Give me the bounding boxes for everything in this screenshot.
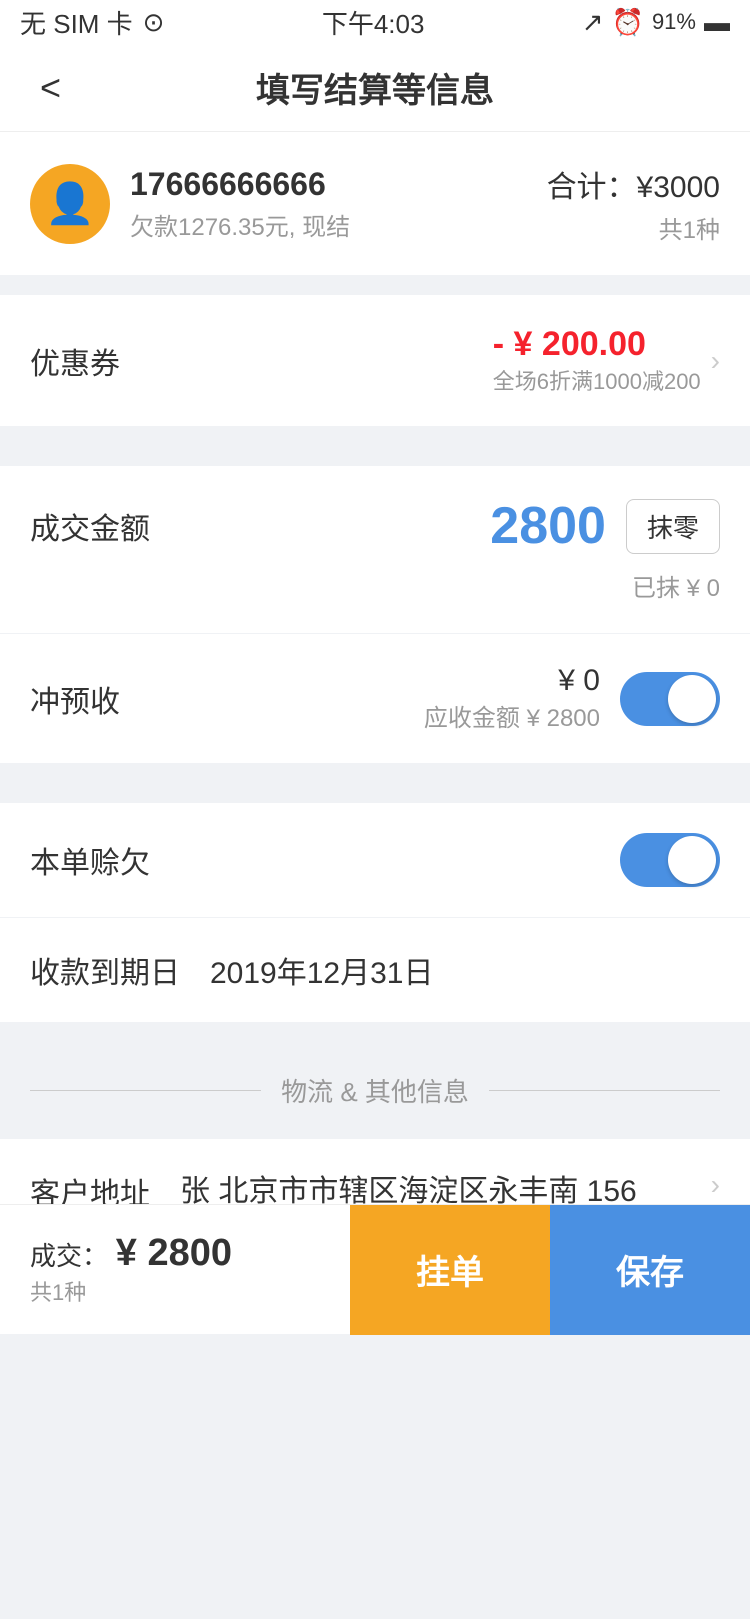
toggle-knob [668, 675, 716, 723]
due-date-section: 收款到期日 2019年12月31日 [0, 917, 750, 1022]
status-right: ↗ ⏰ 91% ▬ [582, 7, 730, 38]
deal-sub-text: 已抹 ¥ 0 [632, 575, 720, 602]
bottom-bar: 成交： ¥ 2800 共1种 挂单 保存 [0, 1204, 750, 1334]
debit-toggle[interactable] [620, 833, 720, 887]
coupon-info: - ¥ 200.00 全场6折满1000减200 [493, 325, 701, 396]
round-zero-button[interactable]: 抹零 [626, 499, 720, 554]
nav-bar: < 填写结算等信息 [0, 44, 750, 132]
prepay-row: 冲预收 ¥ 0 应收金额 ¥ 2800 [30, 664, 720, 733]
user-row: 👤 17666666666 欠款1276.35元, 现结 合计：¥3000 共1… [30, 162, 720, 245]
bottom-deal-row: 成交： ¥ 2800 [30, 1232, 320, 1275]
back-button[interactable]: < [30, 57, 71, 119]
avatar: 👤 [30, 164, 110, 244]
wifi-icon: ⊙ [143, 7, 165, 38]
alarm-icon: ⏰ [612, 7, 644, 38]
debit-label: 本单赊欠 [30, 838, 150, 882]
gray-divider-1 [0, 446, 750, 466]
coupon-amount: - ¥ 200.00 [493, 325, 701, 364]
debit-section: 本单赊欠 [0, 803, 750, 917]
coupon-row[interactable]: 优惠券 - ¥ 200.00 全场6折满1000减200 › [0, 295, 750, 426]
due-row: 收款到期日 2019年12月31日 [30, 948, 720, 992]
total-amount: 合计：¥3000 [547, 162, 720, 206]
bottom-deal-label: 成交： [30, 1241, 108, 1271]
address-chevron-icon: › [711, 1169, 720, 1201]
status-time: 下午4:03 [322, 4, 425, 41]
divider-line-right [489, 1090, 720, 1091]
total-count: 共1种 [547, 210, 720, 245]
debit-toggle-knob [668, 836, 716, 884]
prepay-right: ¥ 0 应收金额 ¥ 2800 [424, 664, 720, 733]
content: 👤 17666666666 欠款1276.35元, 现结 合计：¥3000 共1… [0, 132, 750, 1619]
coupon-right: - ¥ 200.00 全场6折满1000减200 › [493, 325, 720, 396]
carrier-text: 无 SIM 卡 [20, 4, 133, 41]
save-button[interactable]: 保存 [550, 1205, 750, 1335]
prepay-sub: 应收金额 ¥ 2800 [424, 698, 600, 733]
user-info-card: 👤 17666666666 欠款1276.35元, 现结 合计：¥3000 共1… [0, 132, 750, 275]
page-title: 填写结算等信息 [256, 63, 494, 112]
bottom-deal-count: 共1种 [30, 1275, 320, 1307]
bottom-deal-amount: ¥ 2800 [116, 1232, 232, 1274]
divider-text: 物流 & 其他信息 [281, 1072, 469, 1109]
prepay-label: 冲预收 [30, 677, 120, 721]
battery-icon: ▬ [704, 7, 730, 38]
coupon-desc: 全场6折满1000减200 [493, 364, 701, 396]
deal-amount-value: 2800 [490, 496, 606, 556]
prepay-toggle[interactable] [620, 672, 720, 726]
battery-text: 91% [652, 9, 696, 35]
coupon-chevron-icon: › [711, 345, 720, 377]
due-date-value: 2019年12月31日 [210, 948, 433, 992]
user-right: 合计：¥3000 共1种 [547, 162, 720, 245]
prepay-section: 冲预收 ¥ 0 应收金额 ¥ 2800 [0, 633, 750, 763]
coupon-label: 优惠券 [30, 339, 120, 383]
deal-right: 2800 抹零 [490, 496, 720, 556]
deal-label: 成交金额 [30, 504, 150, 548]
location-icon: ↗ [582, 7, 604, 38]
deal-row: 成交金额 2800 抹零 [30, 496, 720, 556]
divider-line-left [30, 1090, 261, 1091]
user-phone: 17666666666 [130, 166, 350, 203]
hold-button[interactable]: 挂单 [350, 1205, 550, 1335]
logistics-divider: 物流 & 其他信息 [0, 1042, 750, 1139]
user-sub: 欠款1276.35元, 现结 [130, 207, 350, 242]
avatar-icon: 👤 [45, 180, 95, 227]
prepay-amount: ¥ 0 [424, 664, 600, 698]
gray-divider-2 [0, 763, 750, 783]
debit-row: 本单赊欠 [30, 833, 720, 887]
user-info: 17666666666 欠款1276.35元, 现结 [130, 166, 350, 242]
prepay-amount-block: ¥ 0 应收金额 ¥ 2800 [424, 664, 600, 733]
deal-amount-section: 成交金额 2800 抹零 已抹 ¥ 0 [0, 466, 750, 633]
due-date-label: 收款到期日 [30, 948, 180, 992]
user-left: 👤 17666666666 欠款1276.35元, 现结 [30, 164, 350, 244]
status-left: 无 SIM 卡 ⊙ [20, 4, 164, 41]
bottom-summary: 成交： ¥ 2800 共1种 [0, 1232, 350, 1307]
deal-sub-row: 已抹 ¥ 0 [30, 568, 720, 603]
status-bar: 无 SIM 卡 ⊙ 下午4:03 ↗ ⏰ 91% ▬ [0, 0, 750, 44]
